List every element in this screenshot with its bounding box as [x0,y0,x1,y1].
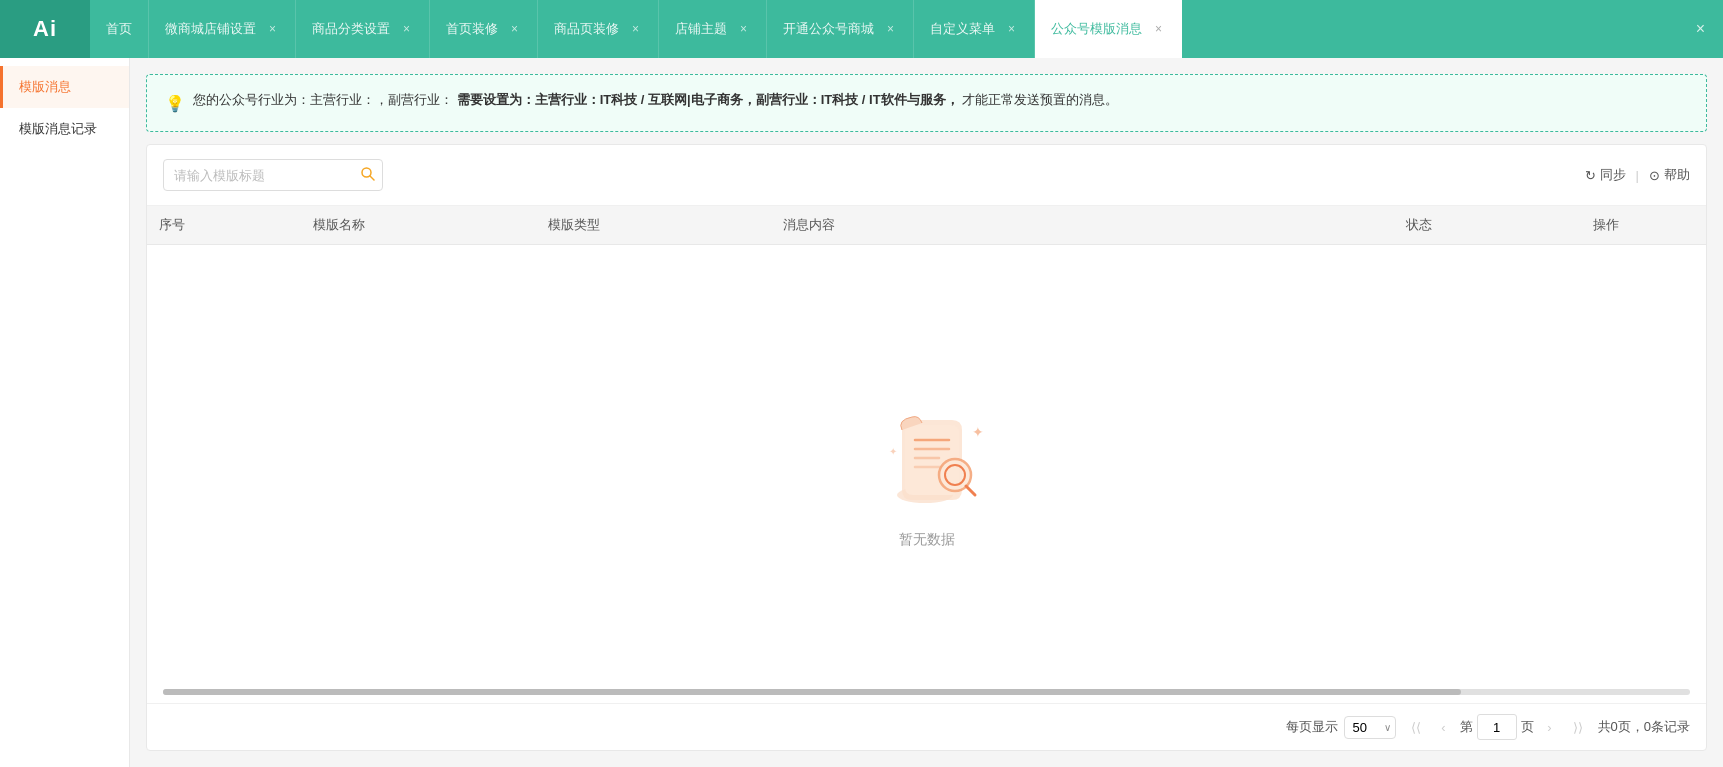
next-page-button[interactable]: › [1538,715,1562,739]
close-all-button[interactable]: × [1678,0,1723,58]
help-button[interactable]: ⊙ 帮助 [1649,166,1690,184]
table-header-action: 操作 [1581,206,1706,245]
notice-icon: 💡 [165,90,185,117]
help-label: 帮助 [1664,166,1690,184]
search-bar: ↻ 同步 | ⊙ 帮助 [147,145,1706,206]
app-logo: Ai [0,0,90,58]
nav-tab-open-mall[interactable]: 开通公众号商城 × [767,0,914,58]
svg-line-1 [370,176,374,180]
nav-tab-product-decoration[interactable]: 商品页装修 × [538,0,659,58]
nav-tab-close-store-settings[interactable]: × [266,21,279,37]
divider: | [1636,168,1639,183]
sync-button[interactable]: ↻ 同步 [1585,166,1626,184]
nav-tab-label: 商品页装修 [554,20,619,38]
help-icon: ⊙ [1649,168,1660,183]
search-input[interactable] [163,159,383,191]
sync-icon: ↻ [1585,168,1596,183]
page-label-prefix: 第 [1460,718,1473,736]
nav-tab-close-product-decoration[interactable]: × [629,21,642,37]
main-layout: 模版消息模版消息记录 💡 您的公众号行业为：主营行业：，副营行业： 需要设置为：… [0,58,1723,767]
search-button[interactable] [360,166,375,184]
pagination-controls: ⟨⟨ ‹ 第 页 › ⟩⟩ [1404,714,1590,740]
pagination-bar: 每页显示 102050100 ⟨⟨ ‹ 第 页 › ⟩⟩ 共0页，0条记录 [147,703,1706,750]
per-page-label: 每页显示 [1286,718,1338,736]
top-nav: Ai 首页微商城店铺设置×商品分类设置×首页装修×商品页装修×店铺主题×开通公众… [0,0,1723,58]
notice-text: 您的公众号行业为：主营行业：，副营行业： 需要设置为：主营行业：IT科技 / 互… [193,89,1118,111]
nav-tab-store-settings[interactable]: 微商城店铺设置 × [149,0,296,58]
notice-highlight: 需要设置为：主营行业：IT科技 / 互联网|电子商务，副营行业：IT科技 / I… [457,92,959,107]
table-header-content: 消息内容 [771,206,1395,245]
nav-tab-label: 公众号模版消息 [1051,20,1142,38]
empty-text: 暂无数据 [899,531,955,549]
notice-box: 💡 您的公众号行业为：主营行业：，副营行业： 需要设置为：主营行业：IT科技 /… [146,74,1707,132]
first-page-button[interactable]: ⟨⟨ [1404,715,1428,739]
notice-suffix: 才能正常发送预置的消息。 [962,92,1118,107]
nav-tab-close-custom-menu[interactable]: × [1005,21,1018,37]
table-card: ↻ 同步 | ⊙ 帮助 序号模版名称模版类型消息内容状态操作 [146,144,1707,751]
per-page-select: 每页显示 102050100 [1286,716,1396,739]
sidebar-item-template-message[interactable]: 模版消息 [0,66,129,108]
search-input-wrap [163,159,383,191]
nav-tab-label: 商品分类设置 [312,20,390,38]
sidebar: 模版消息模版消息记录 [0,58,130,767]
toolbar-right: ↻ 同步 | ⊙ 帮助 [1585,166,1690,184]
nav-tab-template-msg[interactable]: 公众号模版消息 × [1035,0,1182,58]
per-page-dropdown[interactable]: 102050100 [1344,716,1396,739]
nav-tab-category-settings[interactable]: 商品分类设置 × [296,0,430,58]
notice-prefix: 您的公众号行业为：主营行业：，副营行业： [193,92,453,107]
page-input[interactable] [1477,714,1517,740]
nav-tab-store-theme[interactable]: 店铺主题 × [659,0,767,58]
nav-tab-close-category-settings[interactable]: × [400,21,413,37]
svg-text:✦: ✦ [972,424,984,440]
nav-tab-home[interactable]: 首页 [90,0,149,58]
sync-label: 同步 [1600,166,1626,184]
nav-tab-label: 微商城店铺设置 [165,20,256,38]
svg-text:✦: ✦ [889,446,897,457]
table-header-name: 模版名称 [301,206,536,245]
nav-tab-label: 自定义菜单 [930,20,995,38]
sidebar-item-template-record[interactable]: 模版消息记录 [0,108,129,150]
svg-line-9 [966,486,975,495]
nav-tab-close-home-decoration[interactable]: × [508,21,521,37]
table-header-seq: 序号 [147,206,301,245]
content-area: 💡 您的公众号行业为：主营行业：，副营行业： 需要设置为：主营行业：IT科技 /… [130,58,1723,767]
scroll-thumb [163,689,1461,695]
data-table: 序号模版名称模版类型消息内容状态操作 [147,206,1706,245]
prev-page-button[interactable]: ‹ [1432,715,1456,739]
table-header-row: 序号模版名称模版类型消息内容状态操作 [147,206,1706,245]
nav-tab-home-decoration[interactable]: 首页装修 × [430,0,538,58]
empty-state: ✦ ✦ 暂无数据 [147,245,1706,689]
table-header-type: 模版类型 [536,206,771,245]
horizontal-scrollbar[interactable] [163,689,1690,695]
nav-tab-close-template-msg[interactable]: × [1152,21,1165,37]
nav-tabs: 首页微商城店铺设置×商品分类设置×首页装修×商品页装修×店铺主题×开通公众号商城… [90,0,1678,58]
per-page-select-wrap: 102050100 [1344,716,1396,739]
nav-tab-custom-menu[interactable]: 自定义菜单 × [914,0,1035,58]
nav-tab-label: 首页 [106,20,132,38]
last-page-button[interactable]: ⟩⟩ [1566,715,1590,739]
table-header-status: 状态 [1394,206,1581,245]
nav-tab-label: 开通公众号商城 [783,20,874,38]
nav-tab-label: 首页装修 [446,20,498,38]
nav-tab-close-store-theme[interactable]: × [737,21,750,37]
nav-tab-close-open-mall[interactable]: × [884,21,897,37]
nav-tab-label: 店铺主题 [675,20,727,38]
empty-illustration: ✦ ✦ [867,395,987,515]
total-text: 共0页，0条记录 [1598,718,1690,736]
page-label-suffix: 页 [1521,718,1534,736]
